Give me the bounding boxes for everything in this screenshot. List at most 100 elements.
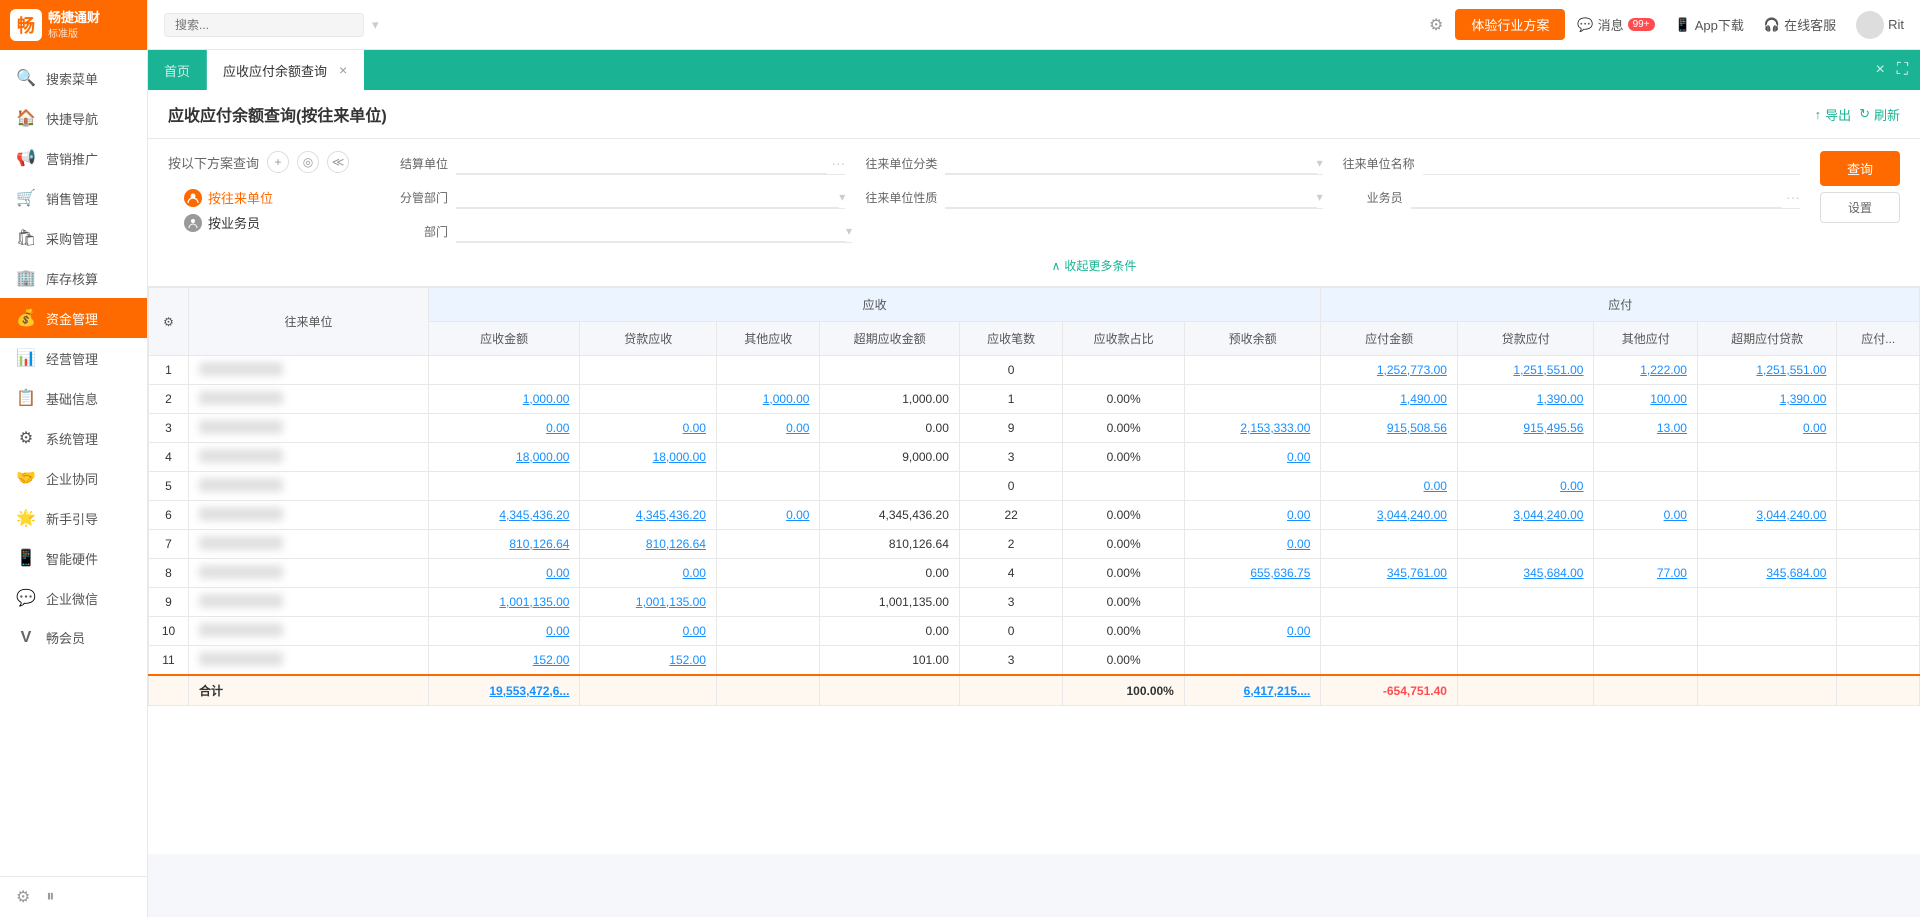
- sidebar-collapse-icon[interactable]: ⏸: [46, 888, 54, 906]
- partner-nature-input[interactable]: [945, 185, 1316, 208]
- sidebar-item-sales[interactable]: 🛒 销售管理: [0, 178, 147, 218]
- table-cell[interactable]: 1,000.00: [428, 385, 580, 414]
- sidebar-item-finance[interactable]: 💰 资金管理: [0, 298, 147, 338]
- header-search-input[interactable]: [164, 13, 364, 37]
- table-cell[interactable]: 1,252,773.00: [1321, 356, 1458, 385]
- table-cell[interactable]: 0.00: [428, 414, 580, 443]
- data-table: ⚙ 往来单位 应收 应付 应收金额 贷款应收 其他应收 超期应收金额 应收笔数 …: [148, 287, 1920, 706]
- sidebar-item-system[interactable]: ⚙ 系统管理: [0, 418, 147, 458]
- collapse-btn[interactable]: ∧ 收起更多条件: [1052, 257, 1137, 274]
- refresh-btn[interactable]: ↻ 刷新: [1859, 105, 1900, 124]
- jiesuan-input[interactable]: [456, 151, 827, 174]
- partner-name-input[interactable]: [1423, 152, 1800, 175]
- table-cell[interactable]: 1,390.00: [1457, 385, 1594, 414]
- footer-prepay[interactable]: 6,417,215....: [1184, 675, 1321, 706]
- table-cell[interactable]: 13.00: [1594, 414, 1697, 443]
- table-cell[interactable]: 3,044,240.00: [1321, 501, 1458, 530]
- message-action[interactable]: 💬 消息 99+: [1577, 15, 1654, 34]
- table-cell[interactable]: 0.00: [1184, 501, 1321, 530]
- sidebar-item-search[interactable]: 🔍 搜索菜单: [0, 58, 147, 98]
- table-cell[interactable]: 1,490.00: [1321, 385, 1458, 414]
- salesperson-input[interactable]: [1411, 185, 1782, 208]
- table-cell[interactable]: 0.00: [1457, 472, 1594, 501]
- filter-setting-btn[interactable]: 设置: [1820, 192, 1900, 223]
- table-cell[interactable]: 2,153,333.00: [1184, 414, 1321, 443]
- dept-input[interactable]: [456, 185, 839, 208]
- table-cell[interactable]: 0.00: [1184, 530, 1321, 559]
- table-cell[interactable]: 152.00: [428, 646, 580, 676]
- table-cell[interactable]: 1,390.00: [1697, 385, 1836, 414]
- table-cell[interactable]: 1,000.00: [716, 385, 819, 414]
- table-cell[interactable]: 3,044,240.00: [1697, 501, 1836, 530]
- sidebar-item-shortcut[interactable]: 🏠 快捷导航: [0, 98, 147, 138]
- table-cell[interactable]: 1,001,135.00: [580, 588, 717, 617]
- partner-cat-input[interactable]: [945, 151, 1316, 174]
- table-cell[interactable]: 1,222.00: [1594, 356, 1697, 385]
- table-cell[interactable]: 655,636.75: [1184, 559, 1321, 588]
- filter-settings-icon[interactable]: ◎: [297, 151, 319, 173]
- sidebar-item-inventory[interactable]: 🏢 库存核算: [0, 258, 147, 298]
- filter-collapse-icon[interactable]: ≪: [327, 151, 349, 173]
- table-cell[interactable]: 345,761.00: [1321, 559, 1458, 588]
- table-cell[interactable]: 152.00: [580, 646, 717, 676]
- query-btn[interactable]: 查询: [1820, 151, 1900, 186]
- table-cell[interactable]: 915,508.56: [1321, 414, 1458, 443]
- tab-close-all-icon[interactable]: ×: [1875, 61, 1884, 79]
- header-gear-icon[interactable]: ⚙: [1429, 15, 1443, 35]
- table-cell[interactable]: 0.00: [580, 617, 717, 646]
- table-cell[interactable]: 4,345,436.20: [580, 501, 717, 530]
- sidebar-item-operation[interactable]: 📊 经营管理: [0, 338, 147, 378]
- tab-close-icon[interactable]: ×: [339, 62, 347, 78]
- table-cell[interactable]: 0.00: [1697, 414, 1836, 443]
- industry-btn[interactable]: 体验行业方案: [1455, 9, 1565, 40]
- table-cell[interactable]: 100.00: [1594, 385, 1697, 414]
- sidebar-settings-icon[interactable]: ⚙: [16, 887, 30, 907]
- settings-gear-icon[interactable]: ⚙: [163, 315, 174, 329]
- table-cell[interactable]: 1,251,551.00: [1457, 356, 1594, 385]
- table-cell[interactable]: 0.00: [428, 617, 580, 646]
- scheme-by-unit[interactable]: 按往来单位: [176, 185, 368, 210]
- sidebar-item-member[interactable]: V 畅会员: [0, 618, 147, 657]
- table-cell[interactable]: 0.00: [716, 501, 819, 530]
- table-cell: [1837, 414, 1920, 443]
- sidebar-item-base[interactable]: 📋 基础信息: [0, 378, 147, 418]
- table-cell[interactable]: 4,345,436.20: [428, 501, 580, 530]
- sidebar-item-hardware[interactable]: 📱 智能硬件: [0, 538, 147, 578]
- table-cell[interactable]: 18,000.00: [580, 443, 717, 472]
- table-cell[interactable]: 0.00: [1594, 501, 1697, 530]
- table-cell[interactable]: 0.00: [580, 414, 717, 443]
- table-cell[interactable]: 77.00: [1594, 559, 1697, 588]
- table-cell[interactable]: 0.00: [428, 559, 580, 588]
- user-area[interactable]: Rit: [1856, 11, 1904, 39]
- table-cell: [820, 356, 959, 385]
- sidebar-item-enterprise[interactable]: 🤝 企业协同: [0, 458, 147, 498]
- table-cell[interactable]: 915,495.56: [1457, 414, 1594, 443]
- export-btn[interactable]: ↑ 导出: [1815, 105, 1852, 124]
- table-cell[interactable]: 0.00: [1184, 443, 1321, 472]
- tab-home[interactable]: 首页: [148, 50, 207, 90]
- table-cell[interactable]: 810,126.64: [580, 530, 717, 559]
- table-cell[interactable]: 18,000.00: [428, 443, 580, 472]
- filter-add-btn[interactable]: +: [267, 151, 289, 173]
- service-action[interactable]: 🎧 在线客服: [1764, 15, 1836, 34]
- tab-maximize-icon[interactable]: ⛶: [1897, 61, 1908, 79]
- scheme-by-staff[interactable]: 按业务员: [176, 210, 368, 235]
- table-cell[interactable]: 0.00: [1184, 617, 1321, 646]
- table-cell[interactable]: 0.00: [716, 414, 819, 443]
- table-cell[interactable]: 1,001,135.00: [428, 588, 580, 617]
- app-action[interactable]: 📱 App下载: [1675, 15, 1744, 34]
- department-input[interactable]: [456, 219, 846, 242]
- sidebar-item-purchase[interactable]: 🛍 采购管理: [0, 218, 147, 258]
- sidebar-item-guide[interactable]: 🌟 新手引导: [0, 498, 147, 538]
- footer-ar-amount[interactable]: 19,553,472,6...: [428, 675, 580, 706]
- table-cell[interactable]: 3,044,240.00: [1457, 501, 1594, 530]
- sidebar-item-wechat[interactable]: 💬 企业微信: [0, 578, 147, 618]
- sidebar-item-marketing[interactable]: 📢 营销推广: [0, 138, 147, 178]
- table-cell[interactable]: 345,684.00: [1697, 559, 1836, 588]
- table-cell[interactable]: 810,126.64: [428, 530, 580, 559]
- table-cell[interactable]: 1,251,551.00: [1697, 356, 1836, 385]
- table-cell[interactable]: 345,684.00: [1457, 559, 1594, 588]
- table-cell[interactable]: 0.00: [580, 559, 717, 588]
- tab-arbalance[interactable]: 应收应付余额查询 ×: [207, 50, 364, 90]
- table-cell[interactable]: 0.00: [1321, 472, 1458, 501]
